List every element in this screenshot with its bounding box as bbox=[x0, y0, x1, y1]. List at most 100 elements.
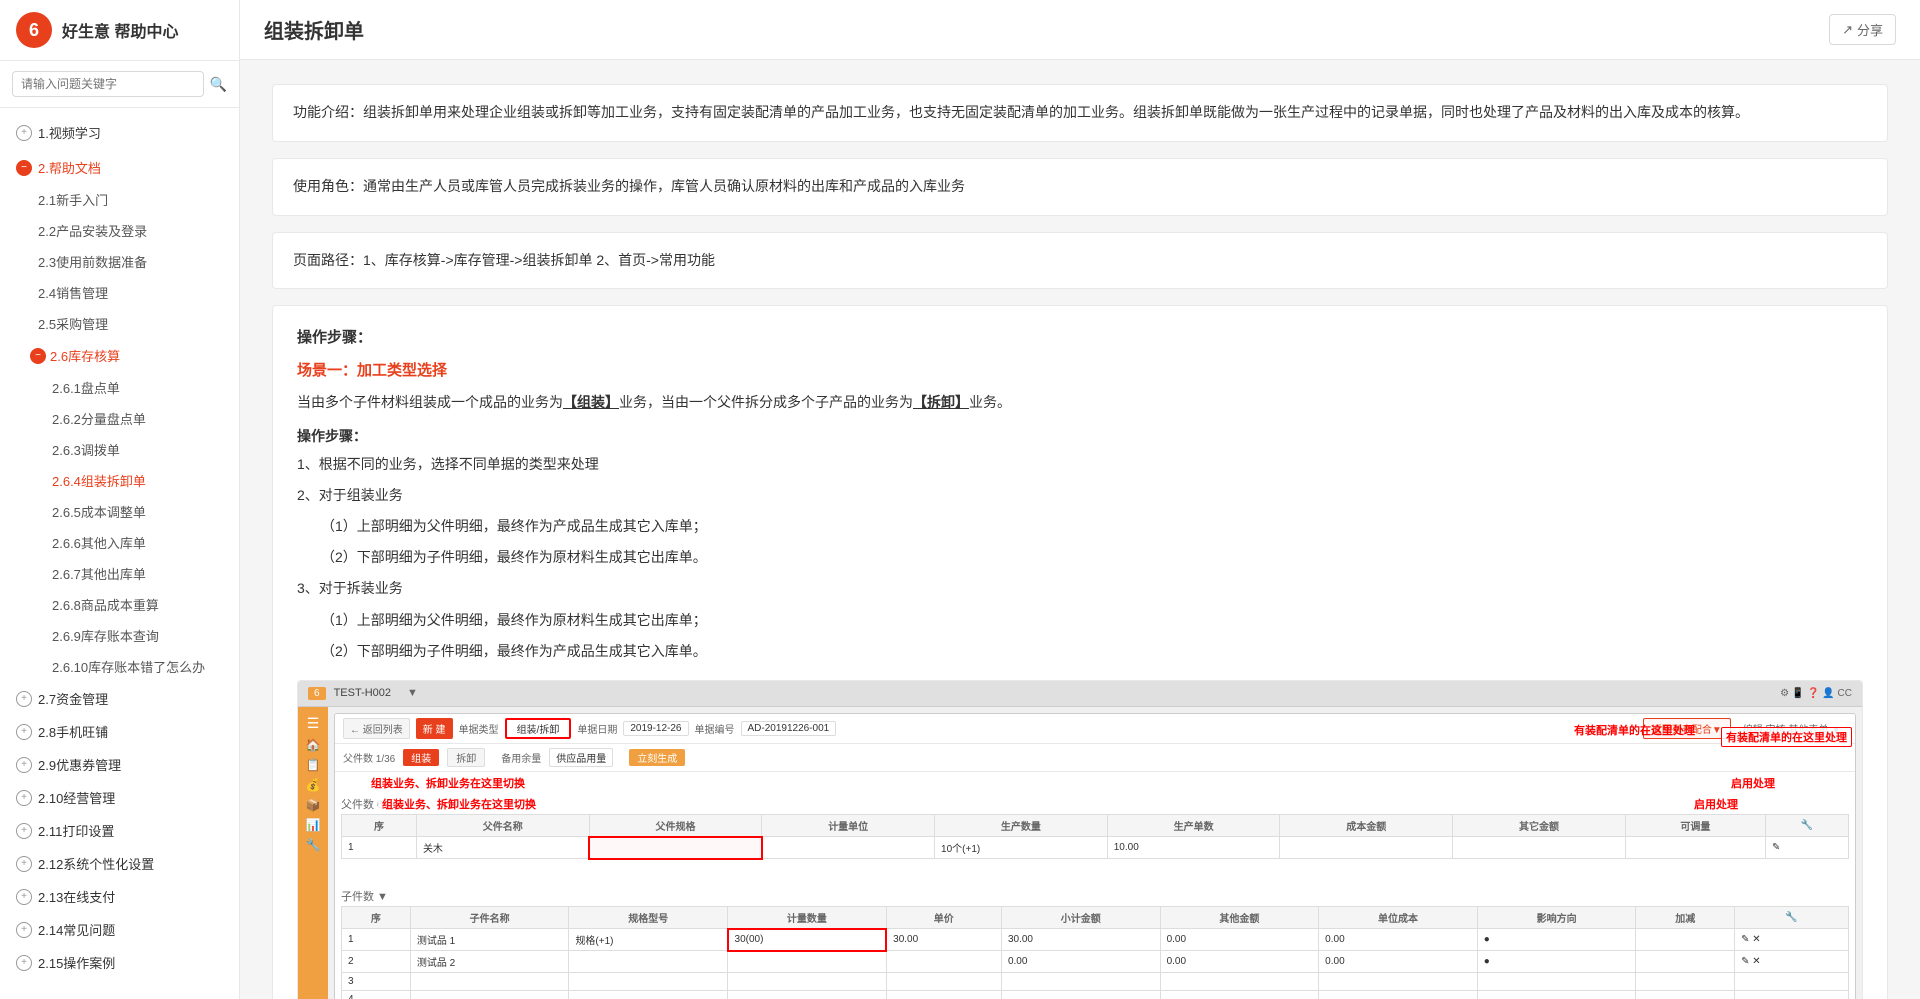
sidebar-item-2-14[interactable]: + 2.14常见问题 bbox=[0, 913, 239, 946]
sidebar-item-2-15[interactable]: + 2.15操作案例 bbox=[0, 946, 239, 979]
mock-type-label: 单据类型 bbox=[459, 721, 499, 736]
sidebar-item-label: 2.12系统个性化设置 bbox=[38, 854, 154, 873]
sidebar-item-label: 2.10经营管理 bbox=[38, 788, 115, 807]
intro-card-1: 功能介绍：组装拆卸单用来处理企业组装或拆卸等加工业务，支持有固定装配清单的产品加… bbox=[272, 84, 1888, 142]
sidebar-item-2-6[interactable]: − 2.6库存核算 bbox=[0, 339, 239, 372]
nav-group-docs: − 2.帮助文档 2.1新手入门 2.2产品安装及登录 2.3使用前数据准备 2… bbox=[0, 151, 239, 979]
annot-overlay-1: 有装配清单的在这里处理 bbox=[1721, 727, 1852, 747]
scenario1-title: 场景一：加工类型选择 bbox=[297, 359, 1863, 380]
step3-sub1-text: （1）上部明细为父件明细，最终作为原材料生成其它出库单； bbox=[297, 608, 1863, 633]
path-card: 页面路径：1、库存核算->库存管理->组装拆卸单 2、首页->常用功能 bbox=[272, 232, 1888, 290]
search-input[interactable] bbox=[12, 71, 204, 97]
mock-t2-subtotal: 小计金额 bbox=[1001, 906, 1160, 929]
sidebar-item-2-7[interactable]: + 2.7资金管理 bbox=[0, 682, 239, 715]
sidebar-item-2-6-10[interactable]: 2.6.10库存账本错了怎么办 bbox=[0, 651, 239, 682]
sidebar-item-2-13[interactable]: + 2.13在线支付 bbox=[0, 880, 239, 913]
mock-btn-new[interactable]: 新 建 bbox=[416, 718, 453, 739]
sidebar-item-2-6-2[interactable]: 2.6.2分量盘点单 bbox=[0, 403, 239, 434]
sidebar-item-2-2[interactable]: 2.2产品安装及登录 bbox=[0, 215, 239, 246]
logo-icon: 6 bbox=[16, 12, 52, 48]
mock-btn-back[interactable]: ← 返回列表 bbox=[343, 718, 410, 739]
minus-icon-2-6: − bbox=[30, 348, 46, 364]
step1-text: 1、根据不同的业务，选择不同单据的类型来处理 bbox=[297, 452, 1863, 477]
sidebar: 6 好生意 帮助中心 🔍 + 1.视频学习 − 2.帮助文档 2.1新手入门 2… bbox=[0, 0, 240, 999]
plus-icon-2-7: + bbox=[16, 691, 32, 707]
sidebar-item-2-5[interactable]: 2.5采购管理 bbox=[0, 308, 239, 339]
mock-type-value[interactable]: 组装/拆卸 bbox=[505, 718, 572, 739]
sidebar-item-2-4[interactable]: 2.4销售管理 bbox=[0, 277, 239, 308]
sidebar-item-2-9[interactable]: + 2.9优惠券管理 bbox=[0, 748, 239, 781]
mock-spare-input[interactable]: 供应品用量 bbox=[549, 748, 613, 767]
mock-th-qty: 生产数量 bbox=[935, 814, 1108, 837]
plus-icon: + bbox=[16, 125, 32, 141]
plus-icon-2-10: + bbox=[16, 790, 32, 806]
sidebar-item-video[interactable]: + 1.视频学习 bbox=[0, 116, 239, 149]
page-title: 组装拆卸单 bbox=[264, 15, 364, 44]
sidebar-item-2-6-8[interactable]: 2.6.8商品成本重算 bbox=[0, 589, 239, 620]
sidebar-item-2-8[interactable]: + 2.8手机旺铺 bbox=[0, 715, 239, 748]
mock-title: TEST-H002 bbox=[334, 687, 391, 699]
sidebar-item-2-6-1[interactable]: 2.6.1盘点单 bbox=[0, 372, 239, 403]
mock-date-value[interactable]: 2019-12-26 bbox=[623, 721, 688, 736]
search-button[interactable]: 🔍 bbox=[210, 76, 227, 93]
steps-label: 操作步骤： bbox=[297, 426, 1863, 446]
sidebar-item-2-6-6[interactable]: 2.6.6其他入库单 bbox=[0, 527, 239, 558]
table-row[interactable]: 1 关木 10个(+1) 10.00 bbox=[342, 837, 1849, 859]
sidebar-item-2-1[interactable]: 2.1新手入门 bbox=[0, 184, 239, 215]
plus-icon-2-12: + bbox=[16, 856, 32, 872]
main-header: 组装拆卸单 ↗ 分享 bbox=[240, 0, 1920, 60]
mock-th-parent-name: 父件名称 bbox=[416, 814, 589, 837]
sidebar-item-label: 2.14常见问题 bbox=[38, 920, 115, 939]
mock-t2-direction: 影响方向 bbox=[1477, 906, 1636, 929]
mock-table1: 序 父件名称 父件规格 计量单位 生产数量 生产单数 成本金额 其它金额 可调量 bbox=[341, 814, 1849, 860]
plus-icon-2-14: + bbox=[16, 922, 32, 938]
sidebar-item-2-3[interactable]: 2.3使用前数据准备 bbox=[0, 246, 239, 277]
sidebar-item-2-10[interactable]: + 2.10经营管理 bbox=[0, 781, 239, 814]
content-area: 功能介绍：组装拆卸单用来处理企业组装或拆卸等加工业务，支持有固定装配清单的产品加… bbox=[240, 60, 1920, 999]
sidebar-item-2-6-7[interactable]: 2.6.7其他出库单 bbox=[0, 558, 239, 589]
mock-table1-label: 父件数 6/00 bbox=[335, 796, 1855, 812]
nav-group-video: + 1.视频学习 bbox=[0, 116, 239, 149]
mock-apply-btn[interactable]: 立刻生成 bbox=[629, 749, 685, 766]
annot-text-1: 有装配清单的在这里处理 bbox=[1574, 722, 1695, 738]
mock-num-value[interactable]: AD-20191226-001 bbox=[741, 721, 837, 736]
sidebar-item-2-6-4[interactable]: 2.6.4组装拆卸单 bbox=[0, 465, 239, 496]
step2-sub2-text: （2）下部明细为子件明细，最终作为原材料生成其它出库单。 bbox=[297, 545, 1863, 570]
sidebar-item-label: 2.15操作案例 bbox=[38, 953, 115, 972]
table-row[interactable]: 3 bbox=[342, 973, 1849, 991]
mock-th-avail: 可调量 bbox=[1625, 814, 1765, 837]
mock-t2-action: 🔧 bbox=[1735, 906, 1849, 929]
table-row[interactable]: 4 bbox=[342, 991, 1849, 999]
mock-dropdown-icon: ▼ bbox=[407, 687, 418, 699]
sidebar-item-2-12[interactable]: + 2.12系统个性化设置 bbox=[0, 847, 239, 880]
sidebar-item-2-6-5[interactable]: 2.6.5成本调整单 bbox=[0, 496, 239, 527]
sidebar-item-2-11[interactable]: + 2.11打印设置 bbox=[0, 814, 239, 847]
annot-text-3: 启用处理 bbox=[1731, 775, 1775, 791]
sidebar-item-2-6-9[interactable]: 2.6.9库存账本查询 bbox=[0, 620, 239, 651]
table-row[interactable]: 2 测试品 2 0.00 0.00 0.00 ● bbox=[342, 951, 1849, 973]
minus-icon: − bbox=[16, 160, 32, 176]
mock-t2-seq: 序 bbox=[342, 906, 411, 929]
path-text: 页面路径：1、库存核算->库存管理->组装拆卸单 2、首页->常用功能 bbox=[293, 252, 715, 268]
sidebar-item-docs[interactable]: − 2.帮助文档 bbox=[0, 151, 239, 184]
share-button[interactable]: ↗ 分享 bbox=[1829, 14, 1896, 45]
mock-th-seq: 序 bbox=[342, 814, 417, 837]
search-box: 🔍 bbox=[0, 61, 239, 108]
sidebar-item-label: 1.视频学习 bbox=[38, 123, 101, 142]
sidebar-item-2-6-3[interactable]: 2.6.3调拨单 bbox=[0, 434, 239, 465]
step2-text: 2、对于组装业务 bbox=[297, 483, 1863, 508]
mock-th-unit: 计量单位 bbox=[762, 814, 935, 837]
steps-title: 操作步骤： bbox=[297, 326, 1863, 347]
table-row[interactable]: 1 测试品 1 规格(+1) 30(00) 30.00 30.00 0.00 0… bbox=[342, 929, 1849, 951]
mock-disassemble-tab[interactable]: 拆卸 bbox=[447, 748, 485, 767]
mock-th-other: 其它金额 bbox=[1453, 814, 1626, 837]
app-name: 好生意 帮助中心 bbox=[62, 18, 178, 42]
sidebar-item-label: 2.7资金管理 bbox=[38, 689, 108, 708]
step3-text: 3、对于拆装业务 bbox=[297, 576, 1863, 601]
mock-th-parent-spec: 父件规格 bbox=[589, 814, 762, 837]
intro-card-2: 使用角色：通常由生产人员或库管人员完成拆装业务的操作，库管人员确认原材料的出库和… bbox=[272, 158, 1888, 216]
mock-th-cost: 成本金额 bbox=[1280, 814, 1453, 837]
mock-t2-name: 子件名称 bbox=[410, 906, 569, 929]
mock-assemble-tab[interactable]: 组装 bbox=[403, 749, 439, 766]
mock-count-label: 父件数 1/36 bbox=[343, 750, 395, 765]
